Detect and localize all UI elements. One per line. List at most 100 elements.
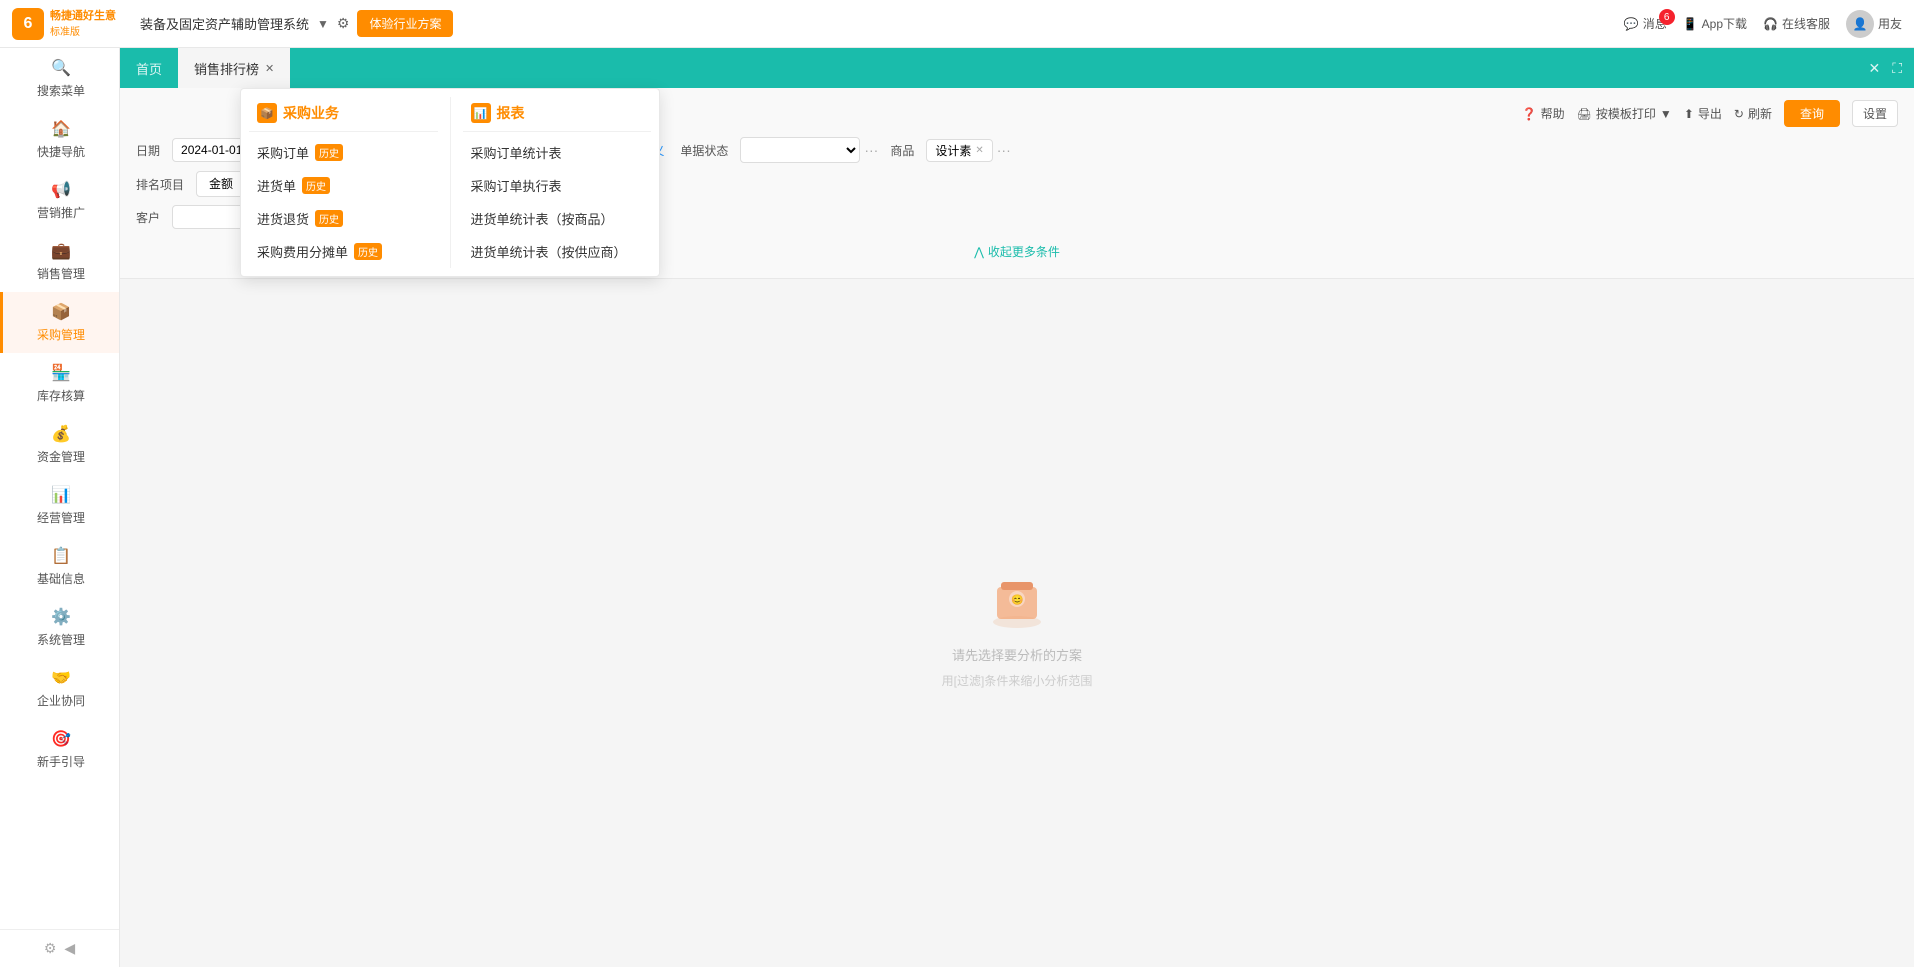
dropdown-item-inbound-stat-supplier[interactable]: 进货单统计表（按供应商）: [463, 235, 652, 268]
collapse-label: 收起更多条件: [988, 243, 1060, 260]
dropdown-item-expense[interactable]: 采购费用分摊单 历史: [249, 235, 438, 268]
sidebar-item-label-quick: 快捷导航: [37, 143, 85, 160]
tab-sales-rank[interactable]: 销售排行榜 ✕: [178, 48, 290, 88]
sidebar-item-quick[interactable]: 🏠 快捷导航: [0, 109, 119, 170]
print-btn[interactable]: 🖨 按模板打印 ▼: [1577, 105, 1672, 122]
query-btn[interactable]: 查询: [1784, 100, 1840, 127]
tab-expand-btn[interactable]: ⛶: [1888, 56, 1906, 81]
online-service-btn[interactable]: 🎧 在线客服: [1763, 15, 1830, 32]
purchase-col-icon: 📦: [257, 103, 277, 123]
settings-action-label: 设置: [1863, 105, 1887, 122]
purchase-icon: 📦: [51, 302, 71, 322]
inbound-history-badge: 历史: [302, 177, 330, 194]
export-icon: ⬆: [1684, 107, 1694, 121]
return-label: 进货退货: [257, 209, 309, 228]
goods-filter-label: 商品: [890, 142, 914, 159]
guide-icon: 🎯: [51, 729, 71, 749]
sidebar-item-label-sales: 销售管理: [37, 265, 85, 282]
message-badge: 6: [1659, 9, 1675, 25]
sidebar-item-base[interactable]: 📋 基础信息: [0, 536, 119, 597]
marketing-icon: 📢: [51, 180, 71, 200]
logo-icon: 6: [12, 8, 44, 40]
goods-more-dots[interactable]: ···: [997, 142, 1011, 158]
app-download-label: App下载: [1702, 15, 1747, 32]
empty-state: 😊 请先选择要分析的方案 用[过滤]条件来缩小分析范围: [120, 279, 1914, 967]
export-label: 导出: [1698, 105, 1722, 122]
sidebar-item-inventory[interactable]: 🏪 库存核算: [0, 353, 119, 414]
sidebar-item-label-finance: 资金管理: [37, 448, 85, 465]
date-filter-label: 日期: [136, 142, 160, 159]
sidebar-item-finance[interactable]: 💰 资金管理: [0, 414, 119, 475]
goods-filter-control: 设计素 ✕ ···: [926, 139, 1010, 162]
sidebar-item-label-search: 搜索菜单: [37, 82, 85, 99]
settings-action-btn[interactable]: 设置: [1852, 100, 1898, 127]
inbound-label: 进货单: [257, 176, 296, 195]
dropdown-item-purchase-exec[interactable]: 采购订单执行表: [463, 169, 652, 202]
logo-text-group: 畅捷通好生意 标准版: [50, 9, 116, 38]
dropdown-purchase-header: 📦 采购业务: [249, 97, 438, 132]
search-icon: 🔍: [51, 58, 71, 78]
logo-main-text: 畅捷通好生意: [50, 9, 116, 23]
tab-home[interactable]: 首页: [120, 48, 178, 88]
dropdown-item-purchase-stat[interactable]: 采购订单统计表: [463, 136, 652, 169]
header-right: 💬 消息 6 📱 App下载 🎧 在线客服 👤 用友: [1624, 10, 1902, 38]
message-btn[interactable]: 💬 消息 6: [1624, 15, 1667, 32]
purchase-order-label: 采购订单: [257, 143, 309, 162]
dropdown-item-inbound-stat-goods[interactable]: 进货单统计表（按商品）: [463, 202, 652, 235]
dropdown-item-purchase-order[interactable]: 采购订单 历史: [249, 136, 438, 169]
dropdown-item-inbound[interactable]: 进货单 历史: [249, 169, 438, 202]
purchase-exec-label: 采购订单执行表: [471, 176, 562, 195]
dropdown-purchase-col: 📦 采购业务 采购订单 历史 进货单 历史 进货退货 历史 采购费用分摊单: [241, 97, 446, 268]
dropdown-divider: [450, 97, 451, 268]
headset-icon: 🎧: [1763, 17, 1778, 31]
refresh-icon: ↻: [1734, 107, 1744, 121]
sidebar-item-sales[interactable]: 💼 销售管理: [0, 231, 119, 292]
system-dropdown-btn[interactable]: ▼: [317, 17, 329, 31]
sidebar-settings-btn[interactable]: ⚙: [44, 940, 57, 957]
top-header: 6 畅捷通好生意 标准版 装备及固定资产辅助管理系统 ▼ ⚙ 体验行业方案 💬 …: [0, 0, 1914, 48]
sidebar-item-marketing[interactable]: 📢 营销推广: [0, 170, 119, 231]
sidebar-item-label-guide: 新手引导: [37, 753, 85, 770]
refresh-btn[interactable]: ↻ 刷新: [1734, 105, 1772, 122]
sidebar-item-label-purchase: 采购管理: [37, 326, 85, 343]
sidebar-item-system[interactable]: ⚙️ 系统管理: [0, 597, 119, 658]
sidebar-collapse-btn[interactable]: ◀: [64, 940, 75, 957]
sidebar-item-search[interactable]: 🔍 搜索菜单: [0, 48, 119, 109]
sidebar-item-enterprise[interactable]: 🤝 企业协同: [0, 658, 119, 719]
help-label: 帮助: [1541, 105, 1565, 122]
sidebar-item-purchase[interactable]: 📦 采购管理: [0, 292, 119, 353]
sales-icon: 💼: [51, 241, 71, 261]
empty-hint-1: 请先选择要分析的方案: [952, 645, 1082, 664]
status-filter-label: 单据状态: [680, 142, 728, 159]
goods-tag-close[interactable]: ✕: [975, 145, 983, 156]
tab-close-btn[interactable]: ✕: [1864, 56, 1884, 81]
app-download-btn[interactable]: 📱 App下载: [1683, 15, 1747, 32]
message-icon: 💬: [1624, 17, 1639, 31]
status-more-dots[interactable]: ···: [864, 142, 878, 158]
status-select[interactable]: [740, 137, 860, 163]
dropdown-item-return[interactable]: 进货退货 历史: [249, 202, 438, 235]
sidebar-item-label-base: 基础信息: [37, 570, 85, 587]
tab-sales-rank-close[interactable]: ✕: [265, 62, 274, 75]
inventory-icon: 🏪: [51, 363, 71, 383]
return-history-badge: 历史: [315, 210, 343, 227]
refresh-label: 刷新: [1748, 105, 1772, 122]
user-btn[interactable]: 👤 用友: [1846, 10, 1902, 38]
purchase-stat-label: 采购订单统计表: [471, 143, 562, 162]
dropdown-menu: 📦 采购业务 采购订单 历史 进货单 历史 进货退货 历史 采购费用分摊单: [240, 88, 660, 277]
sidebar-item-guide[interactable]: 🎯 新手引导: [0, 719, 119, 780]
export-btn[interactable]: ⬆ 导出: [1684, 105, 1722, 122]
purchase-order-history-badge: 历史: [315, 144, 343, 161]
online-service-label: 在线客服: [1782, 15, 1830, 32]
industry-button[interactable]: 体验行业方案: [357, 10, 453, 37]
main-layout: 🔍 搜索菜单 🏠 快捷导航 📢 营销推广 💼 销售管理 📦 采购管理 🏪 库存核…: [0, 48, 1914, 967]
tab-home-label: 首页: [136, 59, 162, 78]
sidebar-item-operations[interactable]: 📊 经营管理: [0, 475, 119, 536]
finance-icon: 💰: [51, 424, 71, 444]
base-icon: 📋: [51, 546, 71, 566]
report-col-title: 报表: [497, 103, 525, 123]
inbound-stat-goods-label: 进货单统计表（按商品）: [471, 209, 614, 228]
help-btn[interactable]: ❓ 帮助: [1522, 105, 1565, 122]
empty-illustration: 😊: [977, 557, 1057, 637]
header-settings-icon[interactable]: ⚙: [337, 15, 350, 32]
